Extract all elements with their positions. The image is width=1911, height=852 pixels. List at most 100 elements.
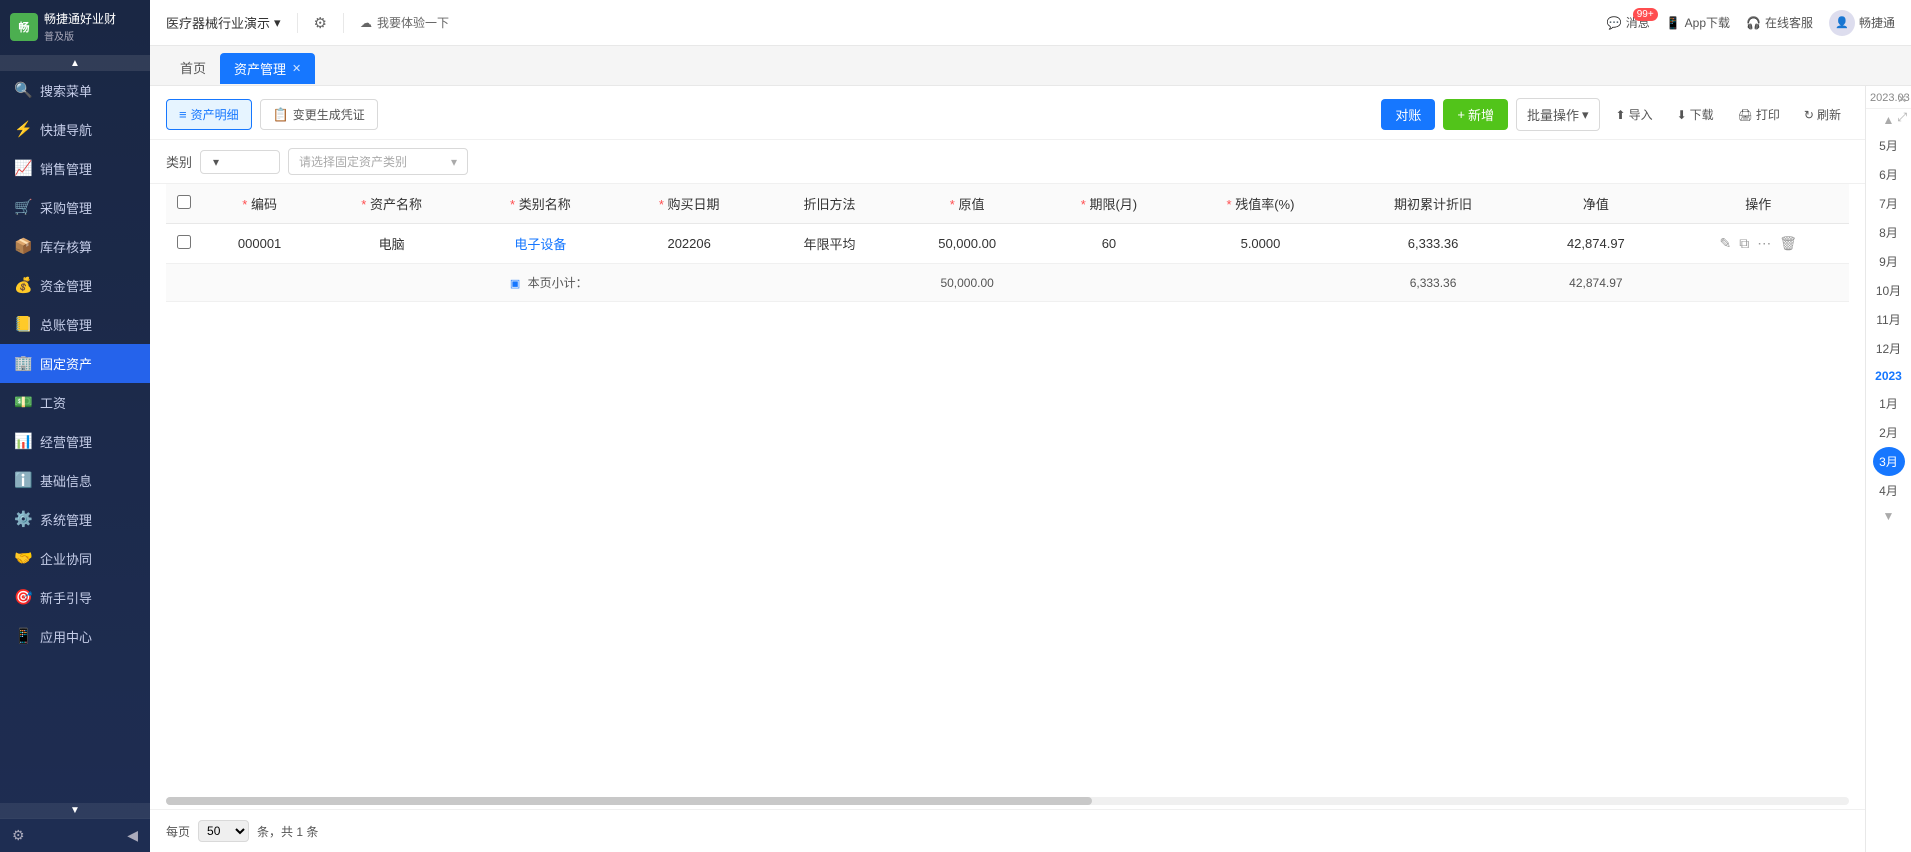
month-3[interactable]: 3月 <box>1873 447 1905 476</box>
year-2023[interactable]: 2023 <box>1866 363 1911 389</box>
sidebar-item-search[interactable]: 🔍 搜索菜单 <box>0 71 150 110</box>
sidebar-item-purchase[interactable]: 🛒 采购管理 <box>0 188 150 227</box>
company-selector[interactable]: 医疗器械行业演示 ▾ <box>166 13 281 32</box>
sidebar-item-sales[interactable]: 📈 销售管理 <box>0 149 150 188</box>
edit-icon[interactable]: ✎ <box>1719 235 1731 252</box>
download-icon: 📱 <box>1666 16 1681 30</box>
print-button[interactable]: 🖨 打印 <box>1730 100 1788 129</box>
more-icon[interactable]: ⋯ <box>1757 235 1771 252</box>
import-button[interactable]: ⬆ 导入 <box>1608 100 1661 129</box>
month-1[interactable]: 1月 <box>1866 389 1911 418</box>
month-4[interactable]: 4月 <box>1866 476 1911 505</box>
sidebar-item-inventory[interactable]: 📦 库存核算 <box>0 227 150 266</box>
category-dropdown[interactable]: 请选择固定资产类别 ▾ <box>288 148 468 175</box>
month-11[interactable]: 11月 <box>1866 305 1911 334</box>
sidebar-item-label: 基础信息 <box>40 471 92 490</box>
category-label: 类别 <box>166 152 192 171</box>
row-checkbox[interactable] <box>177 235 191 249</box>
month-9[interactable]: 9月 <box>1866 247 1911 276</box>
month-12[interactable]: 12月 <box>1866 334 1911 363</box>
sidebar-item-quick-nav[interactable]: ⚡ 快捷导航 <box>0 110 150 149</box>
experience-label: 我要体验一下 <box>377 14 449 31</box>
sidebar-item-app-center[interactable]: 📱 应用中心 <box>0 617 150 656</box>
settings-icon[interactable]: ⚙ <box>12 827 25 844</box>
user-menu[interactable]: 👤 畅捷通 <box>1829 10 1895 36</box>
tab-asset-management[interactable]: 资产管理 ✕ <box>220 53 315 84</box>
batch-label: 批量操作 <box>1527 105 1579 124</box>
tab-asset-detail[interactable]: ≡ 资产明细 <box>166 99 252 130</box>
tab-change-voucher[interactable]: 📋 变更生成凭证 <box>260 99 378 130</box>
sidebar-item-finance[interactable]: 💰 资金管理 <box>0 266 150 305</box>
page-size-label: 每页 <box>166 823 190 840</box>
col-net-value: 净值 <box>1524 184 1667 224</box>
experience-button[interactable]: ☁ 我要体验一下 <box>360 14 449 31</box>
new-button[interactable]: + 新增 <box>1443 99 1508 130</box>
horizontal-scrollbar[interactable] <box>166 797 1849 805</box>
right-sidebar-close-icon[interactable]: ✕ <box>1897 92 1907 106</box>
col-code: 编码 <box>202 184 317 224</box>
select-all-checkbox[interactable] <box>177 195 191 209</box>
sidebar-item-basic-info[interactable]: ℹ️ 基础信息 <box>0 461 150 500</box>
topbar: 医疗器械行业演示 ▾ ⚙ ☁ 我要体验一下 💬 消息 99+ 📱 App下载 🎧… <box>150 0 1911 46</box>
online-service-button[interactable]: 🎧 在线客服 <box>1746 14 1813 31</box>
scrollbar-thumb <box>166 797 1092 805</box>
batch-button[interactable]: 批量操作 ▾ <box>1516 98 1600 131</box>
category-select[interactable]: ▾ <box>200 150 280 174</box>
sidebar-scroll-up[interactable]: ▲ <box>0 56 150 71</box>
company-settings-icon[interactable]: ⚙ <box>314 14 327 32</box>
right-sidebar-expand-icon[interactable]: ⤢ <box>1897 110 1907 125</box>
month-2[interactable]: 2月 <box>1866 418 1911 447</box>
app-download-button[interactable]: 📱 App下载 <box>1666 14 1730 31</box>
import-icon: ⬆ <box>1616 108 1626 122</box>
copy-icon[interactable]: ⧉ <box>1739 235 1749 252</box>
cell-net-value: 42,874.97 <box>1524 224 1667 264</box>
month-8[interactable]: 8月 <box>1866 218 1911 247</box>
sales-icon: 📈 <box>14 159 32 177</box>
refresh-button[interactable]: ↻ 刷新 <box>1796 100 1849 129</box>
sidebar-item-label: 总账管理 <box>40 315 92 334</box>
sidebar-item-label: 新手引导 <box>40 588 92 607</box>
download-button[interactable]: ⬇ 下载 <box>1669 100 1722 129</box>
sidebar-item-fixed-assets[interactable]: 🏢 固定资产 <box>0 344 150 383</box>
guide-icon: 🎯 <box>14 588 32 606</box>
month-scroll-down[interactable]: ▼ <box>1866 505 1911 527</box>
quick-nav-icon: ⚡ <box>14 120 32 138</box>
month-6[interactable]: 6月 <box>1866 160 1911 189</box>
sidebar-item-enterprise[interactable]: 🤝 企业协同 <box>0 539 150 578</box>
page-size-select[interactable]: 50 100 200 <box>198 820 249 842</box>
tab-close-icon[interactable]: ✕ <box>292 62 301 75</box>
message-icon: 💬 <box>1607 16 1622 30</box>
finance-icon: 💰 <box>14 276 32 294</box>
table-row: 000001 电脑 电子设备 202206 年限平均 50,000.00 60 … <box>166 224 1849 264</box>
reconcile-button[interactable]: 对账 <box>1381 99 1435 130</box>
sidebar-item-system[interactable]: ⚙️ 系统管理 <box>0 500 150 539</box>
sidebar-item-payroll[interactable]: 💵 工资 <box>0 383 150 422</box>
tabbar: 首页 资产管理 ✕ <box>150 46 1911 86</box>
sidebar-item-guide[interactable]: 🎯 新手引导 <box>0 578 150 617</box>
sidebar-item-label: 采购管理 <box>40 198 92 217</box>
month-10[interactable]: 10月 <box>1866 276 1911 305</box>
month-7[interactable]: 7月 <box>1866 189 1911 218</box>
month-5[interactable]: 5月 <box>1866 131 1911 160</box>
content: ≡ 资产明细 📋 变更生成凭证 对账 + 新增 批量操作 ▾ <box>150 86 1911 852</box>
col-category: 类别名称 <box>466 184 615 224</box>
sidebar-item-ledger[interactable]: 📒 总账管理 <box>0 305 150 344</box>
cell-period: 60 <box>1039 224 1179 264</box>
collapse-icon[interactable]: ◀ <box>127 827 138 844</box>
cell-accumulated-depreciation: 6,333.36 <box>1342 224 1524 264</box>
sidebar-item-label: 资金管理 <box>40 276 92 295</box>
sidebar-scroll-down[interactable]: ▼ <box>0 803 150 818</box>
app-edition: 普及版 <box>44 28 116 43</box>
sidebar-item-operations[interactable]: 📊 经营管理 <box>0 422 150 461</box>
subtotal-net-value: 42,874.97 <box>1524 264 1667 302</box>
messages-button[interactable]: 💬 消息 99+ <box>1607 14 1650 31</box>
sidebar-item-label: 搜索菜单 <box>40 81 92 100</box>
tab-home[interactable]: 首页 <box>166 52 220 85</box>
ledger-icon: 📒 <box>14 315 32 333</box>
cell-purchase-date: 202206 <box>615 224 764 264</box>
download-icon: ⬇ <box>1677 108 1687 122</box>
content-main: ≡ 资产明细 📋 变更生成凭证 对账 + 新增 批量操作 ▾ <box>150 86 1865 852</box>
col-purchase-date: 购买日期 <box>615 184 764 224</box>
delete-icon[interactable]: 🗑 <box>1779 235 1797 252</box>
asset-table: 编码 资产名称 类别名称 购买日期 折旧方法 原值 期限(月) 残值率(%) 期… <box>166 184 1849 302</box>
